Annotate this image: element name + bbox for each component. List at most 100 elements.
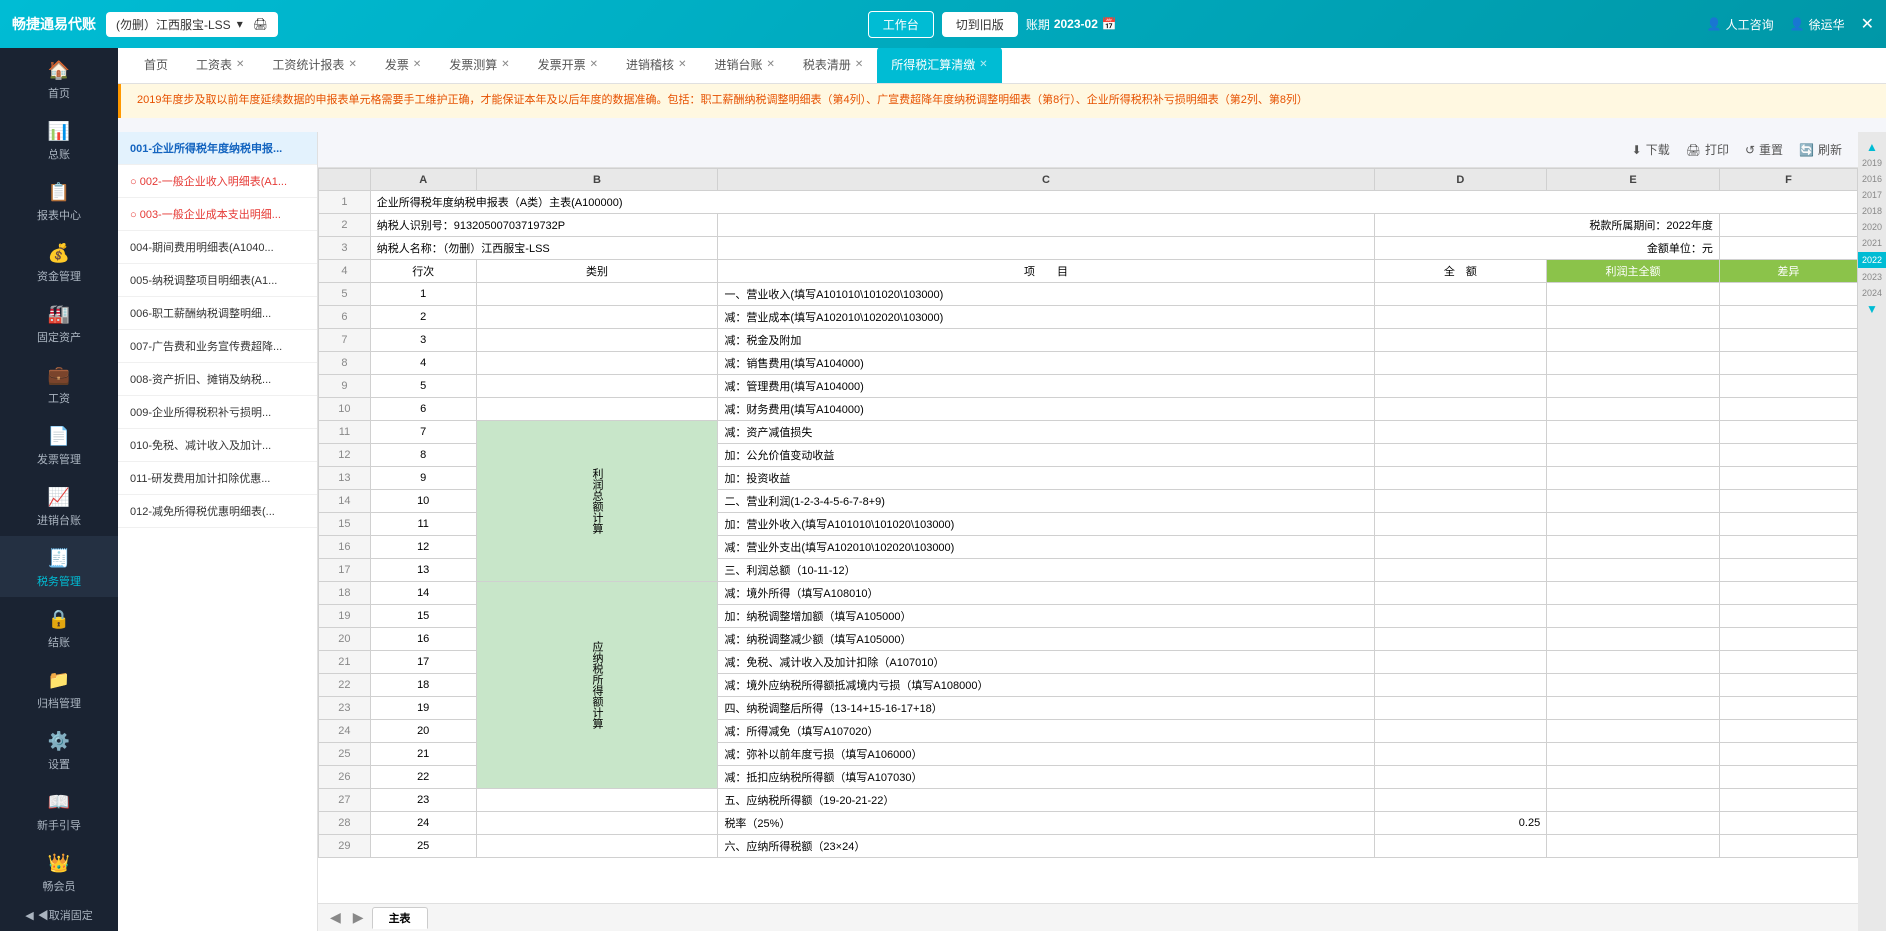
period-label: 账期 2023-02 📅 bbox=[1026, 16, 1117, 33]
col-header-f: F bbox=[1719, 169, 1857, 191]
invoice-icon: 📄 bbox=[48, 426, 70, 447]
close-icon[interactable]: ✕ bbox=[236, 59, 244, 70]
sidebar-bottom-toggle[interactable]: ◀ ◀取消固定 bbox=[0, 899, 118, 931]
tab-salary[interactable]: 工资表 ✕ bbox=[182, 48, 258, 83]
sidebar-item-salary[interactable]: 💼 工资 bbox=[0, 353, 118, 414]
close-icon[interactable]: ✕ bbox=[678, 59, 686, 70]
sheet-nav-next[interactable]: ▶ bbox=[349, 907, 368, 928]
list-item-007[interactable]: 007-广告费和业务宣传费超降... bbox=[118, 330, 317, 363]
workbench-button[interactable]: 工作台 bbox=[868, 11, 934, 38]
list-panel: 001-企业所得税年度纳税申报... 002-一般企业收入明细表(A1... 0… bbox=[118, 132, 318, 931]
top-bar-right: 👤 人工咨询 👤 徐运华 ✕ bbox=[1707, 14, 1874, 34]
timeline-year-2021[interactable]: 2021 bbox=[1862, 236, 1882, 250]
timeline-year-2016[interactable]: 2016 bbox=[1862, 172, 1882, 186]
list-item-004[interactable]: 004-期间费用明细表(A1040... bbox=[118, 231, 317, 264]
sidebar-item-trade[interactable]: 📈 进销台账 bbox=[0, 475, 118, 536]
sidebar-item-ledger[interactable]: 📊 总账 bbox=[0, 109, 118, 170]
close-icon[interactable]: ✕ bbox=[979, 59, 987, 70]
col-header-rownum bbox=[319, 169, 371, 191]
list-item-009[interactable]: 009-企业所得税积补亏损明... bbox=[118, 396, 317, 429]
timeline-year-2020[interactable]: 2020 bbox=[1862, 220, 1882, 234]
timeline-year-2022[interactable]: 2022 bbox=[1858, 252, 1886, 268]
tax-icon: 🧾 bbox=[48, 548, 70, 569]
sidebar-item-member[interactable]: 👑 畅会员 bbox=[0, 841, 118, 902]
table-row: 8 4 减：销售费用(填写A104000) bbox=[319, 352, 1858, 375]
list-item-011[interactable]: 011-研发费用加计扣除优惠... bbox=[118, 462, 317, 495]
sidebar-item-label: 结账 bbox=[48, 634, 70, 650]
list-item-001[interactable]: 001-企业所得税年度纳税申报... bbox=[118, 132, 317, 165]
reset-icon: ↺ bbox=[1745, 143, 1755, 157]
sidebar-item-settings[interactable]: ⚙️ 设置 bbox=[0, 719, 118, 780]
sidebar-item-label: 总账 bbox=[48, 146, 70, 162]
timeline-up-arrow[interactable]: ▲ bbox=[1866, 140, 1878, 154]
tab-home[interactable]: 首页 bbox=[130, 48, 182, 83]
tab-trade-audit[interactable]: 进销稽核 ✕ bbox=[612, 48, 700, 83]
sidebar-item-capital[interactable]: 💰 资金管理 bbox=[0, 231, 118, 292]
close-icon[interactable]: ✕ bbox=[348, 59, 356, 70]
tab-trade-ledger[interactable]: 进销台账 ✕ bbox=[700, 48, 788, 83]
list-item-008[interactable]: 008-资产折旧、摊销及纳税... bbox=[118, 363, 317, 396]
table-row: 5 1 一、营业收入(填写A101010\101020\103000) bbox=[319, 283, 1858, 306]
table-row: 1 企业所得税年度纳税申报表（A类）主表(A100000) bbox=[319, 191, 1858, 214]
table-row: 27 23 五、应纳税所得额（19-20-21-22） bbox=[319, 789, 1858, 812]
company-selector[interactable]: (勿删）江西服宝-LSS ▾ 🖨 bbox=[106, 12, 278, 37]
taxpayer-id-cell: 纳税人识别号：91320500703719732P bbox=[370, 214, 718, 237]
reset-button[interactable]: ↺ 重置 bbox=[1745, 141, 1783, 158]
list-item-003[interactable]: 003-一般企业成本支出明细... bbox=[118, 198, 317, 231]
sidebar-item-label: 资金管理 bbox=[37, 268, 81, 284]
list-item-012[interactable]: 012-减免所得税优惠明细表(... bbox=[118, 495, 317, 528]
capital-icon: 💰 bbox=[48, 243, 70, 264]
sidebar-item-guide[interactable]: 📖 新手引导 bbox=[0, 780, 118, 841]
sidebar-item-closing[interactable]: 🔒 结账 bbox=[0, 597, 118, 658]
tab-invoice-calc[interactable]: 发票测算 ✕ bbox=[435, 48, 523, 83]
sidebar-item-label: 首页 bbox=[48, 85, 70, 101]
list-item-006[interactable]: 006-职工薪酬纳税调整明细... bbox=[118, 297, 317, 330]
close-icon[interactable]: ✕ bbox=[501, 59, 509, 70]
close-icon[interactable]: ✕ bbox=[590, 59, 598, 70]
refresh-button[interactable]: 🔄 刷新 bbox=[1799, 141, 1842, 158]
table-row: 10 6 减：财务费用(填写A104000) bbox=[319, 398, 1858, 421]
app-logo: 畅捷通易代账 bbox=[12, 14, 96, 34]
timeline-year-2017[interactable]: 2017 bbox=[1862, 188, 1882, 202]
tab-salary-stats[interactable]: 工资统计报表 ✕ bbox=[258, 48, 370, 83]
timeline-year-2018[interactable]: 2018 bbox=[1862, 204, 1882, 218]
close-icon[interactable]: ✕ bbox=[1861, 14, 1874, 34]
spreadsheet-container[interactable]: A B C D E F bbox=[318, 168, 1858, 903]
tab-invoice-open[interactable]: 发票开票 ✕ bbox=[524, 48, 612, 83]
timeline-year-2023[interactable]: 2023 bbox=[1862, 270, 1882, 284]
tab-tax-clear[interactable]: 税表清册 ✕ bbox=[789, 48, 877, 83]
close-icon[interactable]: ✕ bbox=[855, 59, 863, 70]
close-icon[interactable]: ✕ bbox=[766, 59, 774, 70]
list-item-010[interactable]: 010-免税、减计收入及加计... bbox=[118, 429, 317, 462]
timeline-down-arrow[interactable]: ▼ bbox=[1866, 302, 1878, 316]
sidebar-item-archive[interactable]: 📁 归档管理 bbox=[0, 658, 118, 719]
list-item-002[interactable]: 002-一般企业收入明细表(A1... bbox=[118, 165, 317, 198]
download-button[interactable]: ⬇ 下载 bbox=[1632, 141, 1670, 158]
timeline-year-2019[interactable]: 2019 bbox=[1862, 156, 1882, 170]
sidebar-item-label: 固定资产 bbox=[37, 329, 81, 345]
sidebar-item-reports[interactable]: 📋 报表中心 bbox=[0, 170, 118, 231]
member-icon: 👑 bbox=[48, 853, 70, 874]
row-num: 1 bbox=[319, 191, 371, 214]
tab-income-tax[interactable]: 所得税汇算清缴 ✕ bbox=[877, 48, 1001, 83]
sidebar-item-home[interactable]: 🏠 首页 bbox=[0, 48, 118, 109]
ai-consult-button[interactable]: 👤 人工咨询 bbox=[1707, 16, 1774, 33]
print-button[interactable]: 🖨 打印 bbox=[1686, 141, 1729, 158]
tab-invoice[interactable]: 发票 ✕ bbox=[371, 48, 435, 83]
table-row: 11 7 利润总额计算 减：资产减值损失 bbox=[319, 421, 1858, 444]
sidebar-item-assets[interactable]: 🏭 固定资产 bbox=[0, 292, 118, 353]
close-icon[interactable]: ✕ bbox=[413, 59, 421, 70]
user-profile[interactable]: 👤 徐运华 bbox=[1790, 16, 1845, 33]
pin-icon: ◀ bbox=[25, 909, 33, 922]
currency-cell: 金额单位：元 bbox=[1374, 237, 1719, 260]
sheet-tab-main[interactable]: 主表 bbox=[372, 907, 428, 929]
sidebar-item-invoice[interactable]: 📄 发票管理 bbox=[0, 414, 118, 475]
timeline-year-2024[interactable]: 2024 bbox=[1862, 286, 1882, 300]
sidebar-item-tax[interactable]: 🧾 税务管理 bbox=[0, 536, 118, 597]
sheet-nav-prev[interactable]: ◀ bbox=[326, 907, 345, 928]
list-item-005[interactable]: 005-纳税调整项目明细表(A1... bbox=[118, 264, 317, 297]
avatar: 👤 bbox=[1790, 17, 1805, 31]
warning-container: 2019年度步及取以前年度延续数据的申报表单元格需要手工维护正确，才能保证本年及… bbox=[118, 84, 1886, 118]
switch-version-button[interactable]: 切到旧版 bbox=[942, 12, 1018, 37]
col-header-c: C bbox=[718, 169, 1374, 191]
